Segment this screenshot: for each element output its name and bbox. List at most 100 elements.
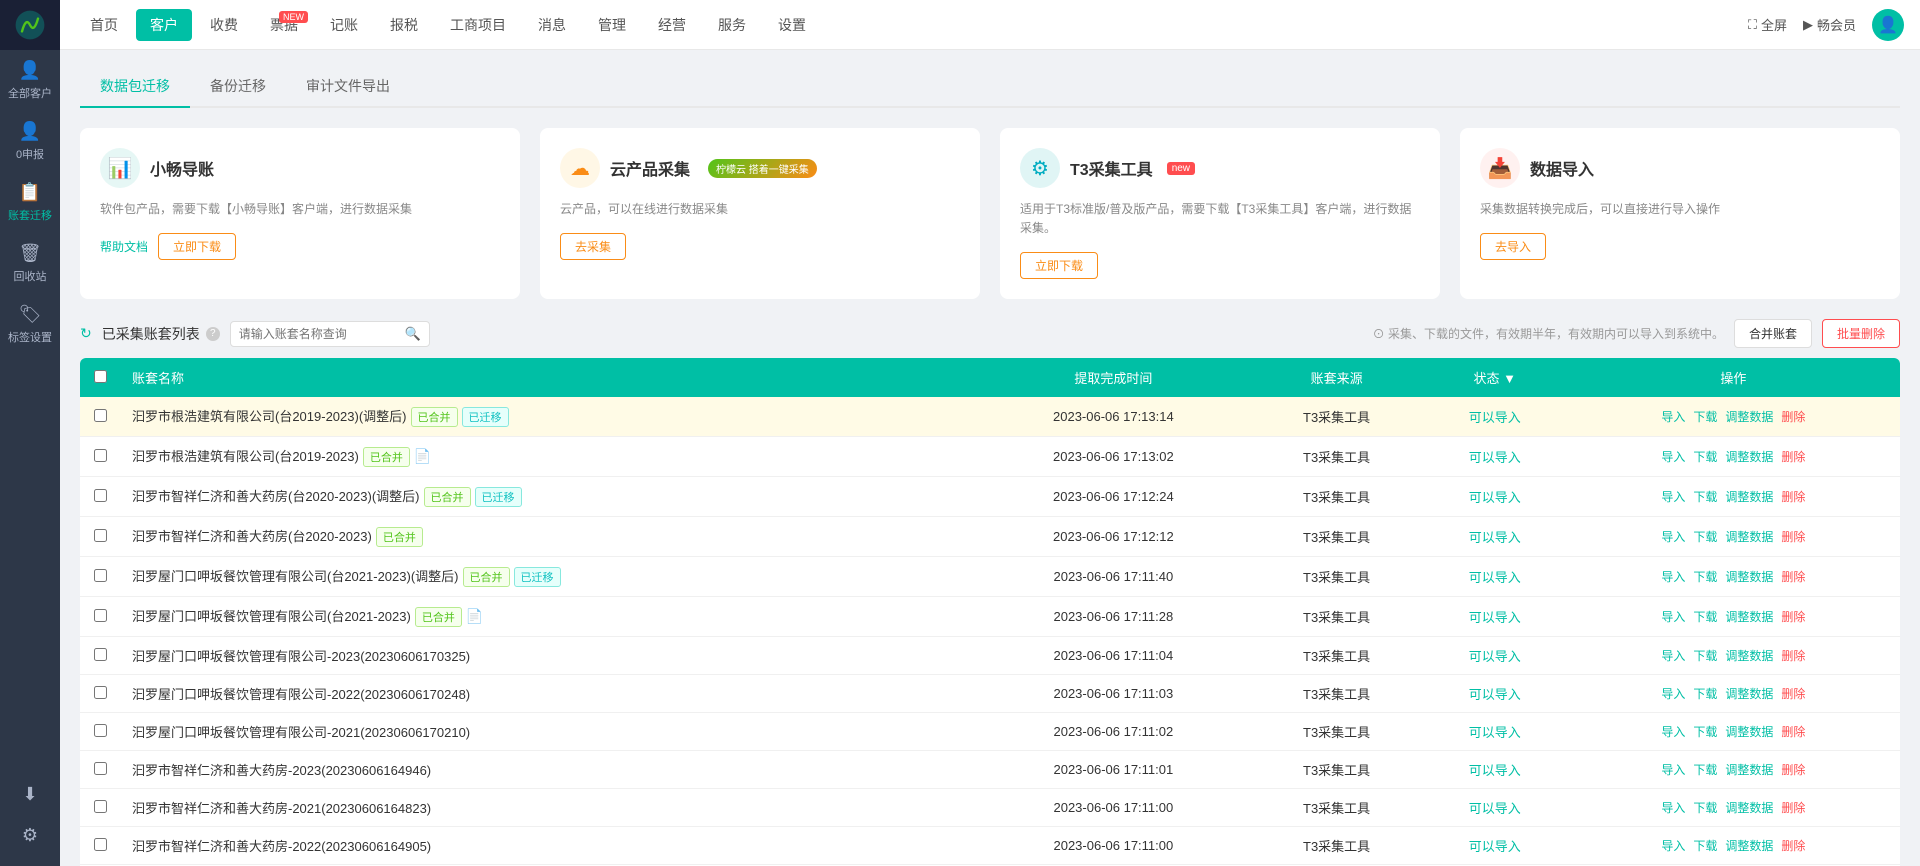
tab-data-migration[interactable]: 数据包迁移 <box>80 66 190 108</box>
sidebar-item-download[interactable]: ⬇ <box>0 774 60 815</box>
fullscreen-button[interactable]: ⛶ 全屏 <box>1748 15 1787 34</box>
action-导入[interactable]: 导入 <box>1661 490 1685 504</box>
row-checkbox-9[interactable] <box>94 762 107 775</box>
action-调整数据[interactable]: 调整数据 <box>1725 530 1773 544</box>
action-下载[interactable]: 下载 <box>1693 839 1717 853</box>
action-调整数据[interactable]: 调整数据 <box>1725 839 1773 853</box>
action-下载[interactable]: 下载 <box>1693 763 1717 777</box>
action-调整数据[interactable]: 调整数据 <box>1725 450 1773 464</box>
action-删除[interactable]: 删除 <box>1781 649 1805 663</box>
sidebar-item-user-settings[interactable]: ⚙ <box>0 815 60 856</box>
avatar[interactable]: 👤 <box>1872 9 1904 41</box>
row-checkbox-4[interactable] <box>94 569 107 582</box>
tab-backup-migration[interactable]: 备份迁移 <box>190 66 286 108</box>
action-导入[interactable]: 导入 <box>1661 610 1685 624</box>
action-下载[interactable]: 下载 <box>1693 530 1717 544</box>
vip-button[interactable]: ▶ 畅会员 <box>1803 15 1856 34</box>
action-删除[interactable]: 删除 <box>1781 763 1805 777</box>
nav-fee[interactable]: 收费 <box>196 9 252 41</box>
action-调整数据[interactable]: 调整数据 <box>1725 610 1773 624</box>
action-调整数据[interactable]: 调整数据 <box>1725 570 1773 584</box>
action-导入[interactable]: 导入 <box>1661 687 1685 701</box>
batch-delete-button[interactable]: 批量删除 <box>1822 319 1900 348</box>
search-input[interactable] <box>239 327 399 341</box>
row-checkbox-5[interactable] <box>94 609 107 622</box>
action-导入[interactable]: 导入 <box>1661 530 1685 544</box>
action-调整数据[interactable]: 调整数据 <box>1725 687 1773 701</box>
nav-accounting[interactable]: 记账 <box>316 9 372 41</box>
action-导入[interactable]: 导入 <box>1661 725 1685 739</box>
sidebar-item-recycle[interactable]: 🗑 回收站 <box>0 233 60 294</box>
action-调整数据[interactable]: 调整数据 <box>1725 410 1773 424</box>
nav-client[interactable]: 客户 <box>136 9 192 41</box>
action-下载[interactable]: 下载 <box>1693 649 1717 663</box>
action-导入[interactable]: 导入 <box>1661 763 1685 777</box>
action-删除[interactable]: 删除 <box>1781 450 1805 464</box>
nav-tax[interactable]: 报税 <box>376 9 432 41</box>
action-导入[interactable]: 导入 <box>1661 649 1685 663</box>
nav-industry[interactable]: 工商项目 <box>436 9 520 41</box>
action-调整数据[interactable]: 调整数据 <box>1725 763 1773 777</box>
col-status[interactable]: 状态 ▼ <box>1423 358 1567 397</box>
row-checkbox-2[interactable] <box>94 489 107 502</box>
action-删除[interactable]: 删除 <box>1781 570 1805 584</box>
go-collect-button[interactable]: 去采集 <box>560 233 626 260</box>
row-checkbox-3[interactable] <box>94 529 107 542</box>
action-调整数据[interactable]: 调整数据 <box>1725 490 1773 504</box>
action-删除[interactable]: 删除 <box>1781 801 1805 815</box>
sidebar-item-all-clients[interactable]: 👤 全部客户 <box>0 50 60 111</box>
file-icon[interactable]: 📄 <box>466 608 483 624</box>
download-now-button[interactable]: 立即下载 <box>158 233 236 260</box>
nav-service[interactable]: 服务 <box>704 9 760 41</box>
action-删除[interactable]: 删除 <box>1781 410 1805 424</box>
action-导入[interactable]: 导入 <box>1661 570 1685 584</box>
row-checkbox-0[interactable] <box>94 409 107 422</box>
action-调整数据[interactable]: 调整数据 <box>1725 725 1773 739</box>
go-import-button[interactable]: 去导入 <box>1480 233 1546 260</box>
action-下载[interactable]: 下载 <box>1693 410 1717 424</box>
action-导入[interactable]: 导入 <box>1661 801 1685 815</box>
action-导入[interactable]: 导入 <box>1661 410 1685 424</box>
action-导入[interactable]: 导入 <box>1661 450 1685 464</box>
nav-message[interactable]: 消息 <box>524 9 580 41</box>
logo[interactable] <box>0 0 60 50</box>
action-调整数据[interactable]: 调整数据 <box>1725 649 1773 663</box>
search-submit-icon[interactable]: 🔍 <box>405 326 421 342</box>
nav-operation[interactable]: 经营 <box>644 9 700 41</box>
refresh-icon[interactable]: ↻ <box>80 325 92 342</box>
sidebar-item-zero-report[interactable]: 👤 0申报 <box>0 111 60 172</box>
action-删除[interactable]: 删除 <box>1781 839 1805 853</box>
row-checkbox-10[interactable] <box>94 800 107 813</box>
nav-home[interactable]: 首页 <box>76 9 132 41</box>
action-下载[interactable]: 下载 <box>1693 687 1717 701</box>
action-删除[interactable]: 删除 <box>1781 490 1805 504</box>
action-下载[interactable]: 下载 <box>1693 801 1717 815</box>
merge-account-button[interactable]: 合并账套 <box>1734 319 1812 348</box>
action-下载[interactable]: 下载 <box>1693 725 1717 739</box>
row-checkbox-7[interactable] <box>94 686 107 699</box>
action-删除[interactable]: 删除 <box>1781 530 1805 544</box>
sidebar-item-tag-settings[interactable]: 🏷 标签设置 <box>0 294 60 355</box>
action-下载[interactable]: 下载 <box>1693 570 1717 584</box>
action-删除[interactable]: 删除 <box>1781 725 1805 739</box>
help-doc-link[interactable]: 帮助文档 <box>100 238 148 255</box>
file-icon[interactable]: 📄 <box>414 448 431 464</box>
row-checkbox-8[interactable] <box>94 724 107 737</box>
nav-settings-top[interactable]: 设置 <box>764 9 820 41</box>
select-all-checkbox[interactable] <box>94 370 107 383</box>
action-导入[interactable]: 导入 <box>1661 839 1685 853</box>
help-icon[interactable]: ? <box>206 327 220 341</box>
action-删除[interactable]: 删除 <box>1781 610 1805 624</box>
row-checkbox-6[interactable] <box>94 648 107 661</box>
action-调整数据[interactable]: 调整数据 <box>1725 801 1773 815</box>
t3-download-button[interactable]: 立即下载 <box>1020 252 1098 279</box>
action-下载[interactable]: 下载 <box>1693 490 1717 504</box>
action-下载[interactable]: 下载 <box>1693 610 1717 624</box>
sidebar-item-account-migration[interactable]: 📋 账套迁移 <box>0 172 60 233</box>
tab-audit-export[interactable]: 审计文件导出 <box>286 66 410 108</box>
row-checkbox-1[interactable] <box>94 449 107 462</box>
action-删除[interactable]: 删除 <box>1781 687 1805 701</box>
row-checkbox-11[interactable] <box>94 838 107 851</box>
action-下载[interactable]: 下载 <box>1693 450 1717 464</box>
nav-invoice[interactable]: 票据 new <box>256 9 312 41</box>
